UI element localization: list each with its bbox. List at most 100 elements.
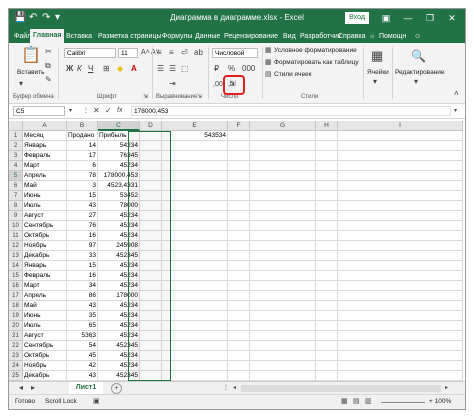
lightbulb-icon[interactable]: ☼ [369,30,375,43]
row-header[interactable]: 19 [9,311,23,321]
cell-a25[interactable]: Декабрь [23,371,67,381]
column-header-i[interactable]: I [338,121,463,131]
cell-g5[interactable] [250,171,316,181]
cell-h22[interactable] [316,341,338,351]
cell-c1[interactable]: Прибыль [98,131,140,141]
cell-d4[interactable] [140,161,162,171]
cell-b6[interactable]: 3 [67,181,98,191]
cell-f2[interactable] [228,141,250,151]
cell-g10[interactable] [250,221,316,231]
hscroll-left-icon[interactable]: ◂ [233,383,236,393]
zoom-slider[interactable] [381,402,425,403]
cell-h25[interactable] [316,371,338,381]
conditional-format-icon[interactable]: ▦ [265,46,272,56]
cell-h1[interactable] [316,131,338,141]
cell-g7[interactable] [250,191,316,201]
cell-g15[interactable] [250,271,316,281]
cell-c10[interactable]: 45234 [98,221,140,231]
number-dialog-launcher-icon[interactable]: ⇲ [229,79,236,89]
cell-d10[interactable] [140,221,162,231]
cell-f3[interactable] [228,151,250,161]
cell-f7[interactable] [228,191,250,201]
cell-h21[interactable] [316,331,338,341]
cell-b3[interactable]: 17 [67,151,98,161]
column-header-b[interactable]: B [67,121,98,131]
row-header[interactable]: 22 [9,341,23,351]
cell-b8[interactable]: 43 [67,201,98,211]
cell-d18[interactable] [140,301,162,311]
cell-i16[interactable] [338,281,463,291]
italic-button[interactable]: К [77,64,82,74]
cell-i3[interactable] [338,151,463,161]
tab-page-layout[interactable]: Разметка страницы [95,30,165,43]
cell-c18[interactable]: 45234 [98,301,140,311]
cell-d2[interactable] [140,141,162,151]
cell-f17[interactable] [228,291,250,301]
cell-b9[interactable]: 27 [67,211,98,221]
cell-h12[interactable] [316,241,338,251]
cell-c23[interactable]: 45234 [98,351,140,361]
cell-d9[interactable] [140,211,162,221]
normal-view-icon[interactable]: ▦ [341,397,348,407]
next-sheet-icon[interactable]: ▸ [31,383,35,393]
row-header[interactable]: 3 [9,151,23,161]
restore-button[interactable]: ❐ [423,11,437,25]
cell-c11[interactable]: 45234 [98,231,140,241]
cell-h7[interactable] [316,191,338,201]
cell-c15[interactable]: 45234 [98,271,140,281]
tab-view[interactable]: Вид [280,30,299,43]
cell-f10[interactable] [228,221,250,231]
column-header-d[interactable]: D [140,121,162,131]
share-icon[interactable]: ☺ [414,30,421,43]
column-header-a[interactable]: A [23,121,67,131]
cell-i21[interactable] [338,331,463,341]
cell-f24[interactable] [228,361,250,371]
cell-i9[interactable] [338,211,463,221]
enter-icon[interactable]: ✓ [105,106,112,116]
row-header[interactable]: 13 [9,251,23,261]
cell-i20[interactable] [338,321,463,331]
cell-h20[interactable] [316,321,338,331]
row-header[interactable]: 1 [9,131,23,141]
cell-e21[interactable] [162,331,228,341]
cell-c25[interactable]: 452345 [98,371,140,381]
align-middle-icon[interactable]: ≡ [169,48,174,58]
cell-a11[interactable]: Октябрь [23,231,67,241]
cell-d3[interactable] [140,151,162,161]
hscroll-right-icon[interactable]: ▸ [445,383,448,393]
cell-f11[interactable] [228,231,250,241]
cell-i12[interactable] [338,241,463,251]
cell-i25[interactable] [338,371,463,381]
cell-a20[interactable]: Июль [23,321,67,331]
cell-g24[interactable] [250,361,316,371]
tab-data[interactable]: Данные [192,30,223,43]
cell-a6[interactable]: Май [23,181,67,191]
cell-a8[interactable]: Июль [23,201,67,211]
cell-d8[interactable] [140,201,162,211]
align-top-icon[interactable]: ≡ [157,48,162,58]
ribbon-display-icon[interactable]: ▣ [379,11,393,25]
cell-e19[interactable] [162,311,228,321]
currency-icon[interactable]: ₽ [214,64,219,74]
cell-g8[interactable] [250,201,316,211]
font-size-select[interactable]: 11 [118,48,138,58]
cell-e17[interactable] [162,291,228,301]
column-header-e[interactable]: E [162,121,228,131]
cell-a10[interactable]: Сентябрь [23,221,67,231]
cell-b22[interactable]: 54 [67,341,98,351]
cell-f25[interactable] [228,371,250,381]
cell-g13[interactable] [250,251,316,261]
cell-g12[interactable] [250,241,316,251]
cell-a1[interactable]: Месяц [23,131,67,141]
number-format-select[interactable]: Числовой [212,48,258,58]
cell-a9[interactable]: Август [23,211,67,221]
cell-f16[interactable] [228,281,250,291]
cell-g6[interactable] [250,181,316,191]
help-search[interactable]: Помощн [379,30,406,43]
cell-f22[interactable] [228,341,250,351]
cell-g23[interactable] [250,351,316,361]
cell-f14[interactable] [228,261,250,271]
cell-a18[interactable]: Май [23,301,67,311]
cell-b23[interactable]: 45 [67,351,98,361]
cell-d6[interactable] [140,181,162,191]
